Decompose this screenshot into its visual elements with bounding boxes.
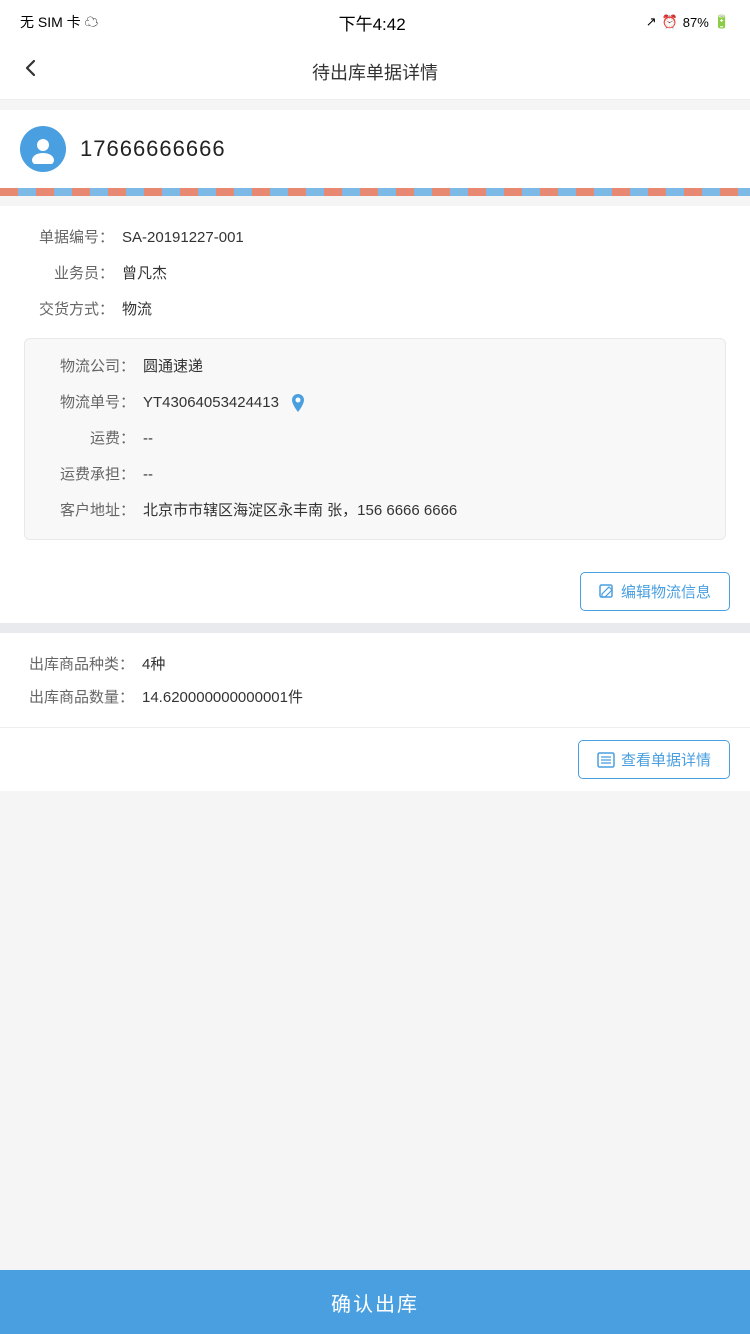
order-number-row: 单据编号： SA-20191227-001 [24, 226, 726, 250]
freight-bearer-value: -- [135, 463, 705, 487]
status-right: ↗ ⏰ 87% 🔋 [646, 14, 730, 30]
delivery-method-value: 物流 [114, 298, 726, 322]
address-label: 客户地址： [45, 499, 135, 523]
goods-quantity-row: 出库商品数量： 14.620000000000001件 [24, 686, 726, 707]
logistics-company-value: 圆通速递 [135, 355, 705, 379]
battery-level: 87% [683, 15, 709, 30]
order-info-section: 单据编号： SA-20191227-001 业务员： 曾凡杰 交货方式： 物流 … [0, 206, 750, 560]
status-bar: 无 SIM 卡 ☁ 下午4:42 ↗ ⏰ 87% 🔋 [0, 0, 750, 44]
goods-types-value: 4种 [134, 653, 165, 674]
section-divider [0, 623, 750, 633]
avatar [20, 126, 66, 172]
salesperson-row: 业务员： 曾凡杰 [24, 262, 726, 286]
view-detail-button-container: 查看单据详情 [0, 727, 750, 791]
goods-types-label: 出库商品种类： [24, 653, 134, 674]
view-detail-label: 查看单据详情 [621, 749, 711, 770]
page-title: 待出库单据详情 [312, 59, 438, 85]
order-number-value: SA-20191227-001 [114, 226, 726, 250]
freight-bearer-row: 运费承担： -- [45, 463, 705, 487]
edit-button-container: 编辑物流信息 [0, 560, 750, 623]
logistics-company-row: 物流公司： 圆通速递 [45, 355, 705, 379]
edit-logistics-label: 编辑物流信息 [621, 581, 711, 602]
edit-icon [599, 584, 615, 600]
address-row: 客户地址： 北京市市辖区海淀区永丰南 张，156 6666 6666 [45, 499, 705, 523]
status-time: 下午4:42 [339, 10, 406, 35]
bottom-spacer [0, 791, 750, 871]
location-icon[interactable] [287, 392, 309, 414]
freight-label: 运费： [45, 427, 135, 451]
edit-logistics-button[interactable]: 编辑物流信息 [580, 572, 730, 611]
logistics-company-label: 物流公司： [45, 355, 135, 379]
view-detail-button[interactable]: 查看单据详情 [578, 740, 730, 779]
back-button[interactable] [12, 49, 50, 94]
logistics-card: 物流公司： 圆通速递 物流单号： YT43064053424413 运费： --… [24, 338, 726, 540]
goods-types-row: 出库商品种类： 4种 [24, 653, 726, 674]
sim-status: 无 SIM 卡 ☁ [20, 12, 99, 32]
location-icon: ↗ [646, 14, 657, 30]
delivery-method-row: 交货方式： 物流 [24, 298, 726, 322]
confirm-button-label: 确认出库 [331, 1288, 419, 1317]
decorative-border [0, 188, 750, 196]
delivery-method-label: 交货方式： [24, 298, 114, 322]
goods-quantity-label: 出库商品数量： [24, 686, 134, 707]
salesperson-value: 曾凡杰 [114, 262, 726, 286]
list-icon [597, 752, 615, 768]
freight-row: 运费： -- [45, 427, 705, 451]
freight-value: -- [135, 427, 705, 451]
tracking-number-label: 物流单号： [45, 391, 135, 415]
tracking-number-row: 物流单号： YT43064053424413 [45, 391, 705, 415]
goods-section: 出库商品种类： 4种 出库商品数量： 14.620000000000001件 [0, 633, 750, 727]
tracking-number-value: YT43064053424413 [135, 391, 705, 415]
freight-bearer-label: 运费承担： [45, 463, 135, 487]
battery-icon: 🔋 [714, 14, 730, 30]
salesperson-label: 业务员： [24, 262, 114, 286]
address-value: 北京市市辖区海淀区永丰南 张，156 6666 6666 [135, 499, 705, 523]
order-number-label: 单据编号： [24, 226, 114, 250]
confirm-outbound-button[interactable]: 确认出库 [0, 1270, 750, 1334]
customer-header: 17666666666 [0, 110, 750, 188]
nav-bar: 待出库单据详情 [0, 44, 750, 100]
goods-quantity-value: 14.620000000000001件 [134, 686, 303, 707]
alarm-icon: ⏰ [662, 14, 678, 30]
status-left: 无 SIM 卡 ☁ [20, 12, 99, 32]
customer-phone: 17666666666 [80, 136, 226, 162]
